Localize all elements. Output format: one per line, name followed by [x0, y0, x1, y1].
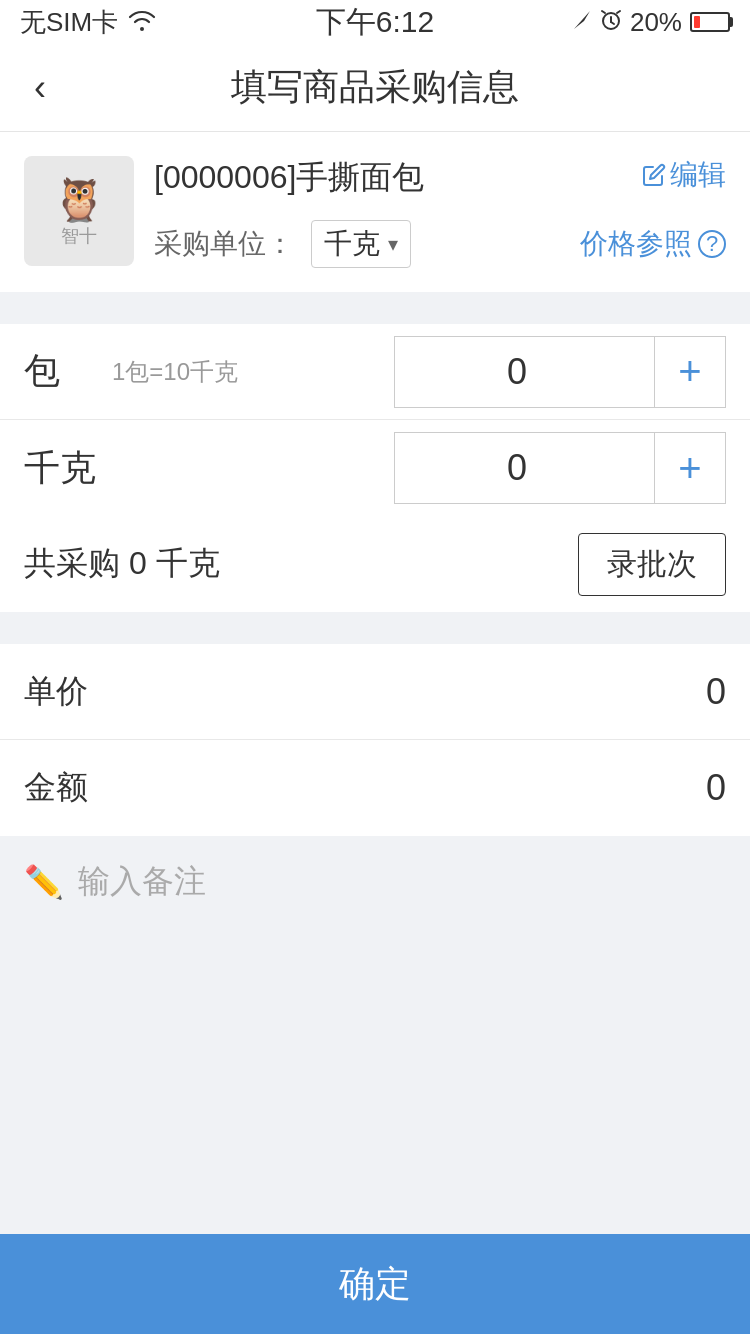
kg-input-wrap: + [394, 432, 726, 504]
unit-label-wrap: 采购单位： 千克 ▾ [154, 220, 411, 268]
unit-price-label: 单价 [24, 670, 88, 714]
summary-section: 共采购 0 千克 录批次 [0, 516, 750, 612]
status-time: 下午6:12 [316, 2, 434, 43]
product-name: [0000006]手撕面包 [154, 156, 424, 200]
price-section: 单价 0 金额 0 [0, 644, 750, 836]
help-icon: ? [698, 230, 726, 258]
unit-value: 千克 [324, 225, 380, 263]
confirm-button[interactable]: 确定 [0, 1234, 750, 1334]
edit-label: 编辑 [670, 156, 726, 194]
divider-1 [0, 308, 750, 324]
edit-button[interactable]: 编辑 [642, 156, 726, 194]
product-image: 🦉 智十 [24, 156, 134, 266]
kg-plus-button[interactable]: + [654, 432, 726, 504]
remark-placeholder: 输入备注 [78, 860, 206, 904]
bag-label: 包 [24, 347, 104, 396]
amount-row: 金额 0 [0, 740, 750, 836]
bag-input-wrap: + [394, 336, 726, 408]
unit-price-value: 0 [706, 671, 726, 713]
page-title: 填写商品采购信息 [231, 63, 519, 112]
batch-button[interactable]: 录批次 [578, 533, 726, 596]
product-card: 🦉 智十 [0000006]手撕面包 编辑 采购单位： 千克 ▾ [0, 132, 750, 292]
unit-select[interactable]: 千克 ▾ [311, 220, 411, 268]
input-section: 包 1包=10千克 + 千克 + [0, 324, 750, 516]
unit-label: 采购单位： [154, 228, 294, 259]
product-header: [0000006]手撕面包 编辑 [154, 156, 726, 200]
svg-line-4 [602, 11, 605, 13]
alarm-icon [600, 7, 622, 38]
wifi-icon [128, 7, 156, 38]
carrier-label: 无SIM卡 [20, 5, 118, 40]
price-ref-button[interactable]: 价格参照 ? [580, 225, 726, 263]
unit-price-row: 单价 0 [0, 644, 750, 740]
price-ref-label: 价格参照 [580, 225, 692, 263]
content-background [0, 928, 750, 1228]
bag-input[interactable] [394, 336, 654, 408]
product-info: [0000006]手撕面包 编辑 采购单位： 千克 ▾ 价格参照 ? [154, 156, 726, 268]
summary-text: 共采购 0 千克 [24, 542, 220, 586]
pencil-icon: ✏️ [24, 863, 64, 901]
kg-input[interactable] [394, 432, 654, 504]
svg-line-5 [617, 11, 620, 13]
status-right: 20% [572, 7, 730, 38]
chevron-down-icon: ▾ [388, 232, 398, 256]
product-unit-row: 采购单位： 千克 ▾ 价格参照 ? [154, 220, 726, 268]
location-icon [572, 7, 592, 38]
status-bar: 无SIM卡 下午6:12 20% [0, 0, 750, 44]
product-image-text: 智十 [61, 224, 97, 248]
battery-icon [690, 12, 730, 32]
nav-bar: ‹ 填写商品采购信息 [0, 44, 750, 132]
bag-sublabel: 1包=10千克 [112, 356, 394, 388]
amount-value: 0 [706, 767, 726, 809]
remark-section[interactable]: ✏️ 输入备注 [0, 836, 750, 928]
bag-input-row: 包 1包=10千克 + [0, 324, 750, 420]
battery-pct: 20% [630, 7, 682, 38]
product-owl-icon: 🦉 [53, 175, 105, 224]
kg-label: 千克 [24, 444, 104, 493]
svg-line-3 [611, 22, 614, 24]
svg-marker-0 [574, 11, 590, 29]
amount-label: 金额 [24, 766, 88, 810]
bag-plus-button[interactable]: + [654, 336, 726, 408]
kg-input-row: 千克 + [0, 420, 750, 516]
divider-2 [0, 612, 750, 628]
back-button[interactable]: ‹ [24, 57, 56, 119]
status-left: 无SIM卡 [20, 5, 156, 40]
